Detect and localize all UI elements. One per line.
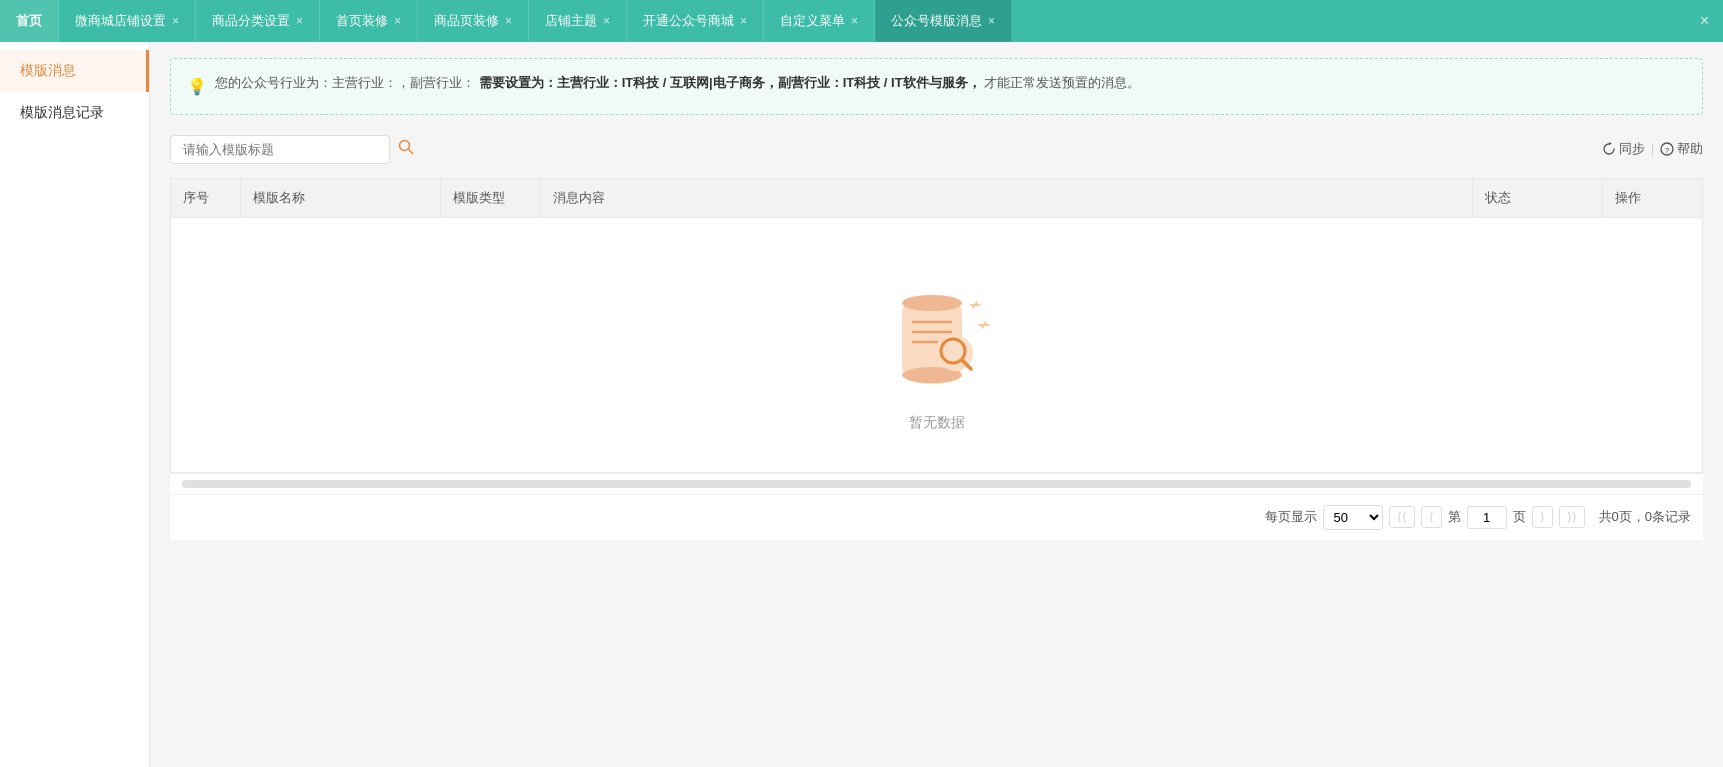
- page-first-button[interactable]: ⟨⟨: [1389, 506, 1415, 528]
- nav-tab-theme[interactable]: 店铺主题 ×: [529, 0, 627, 42]
- page-input[interactable]: [1467, 506, 1507, 529]
- nav-tab-theme-close[interactable]: ×: [603, 14, 610, 28]
- sidebar-item-template[interactable]: 模版消息: [0, 50, 149, 92]
- page-last-button[interactable]: ⟩⟩: [1559, 506, 1585, 528]
- empty-illustration: [877, 278, 997, 398]
- nav-tab-open-mall-close[interactable]: ×: [740, 14, 747, 28]
- divider: |: [1651, 142, 1654, 156]
- page-unit: 页: [1513, 508, 1526, 526]
- svg-line-1: [409, 150, 413, 154]
- sync-button[interactable]: 同步: [1602, 140, 1645, 158]
- sync-icon: [1602, 142, 1616, 156]
- search-bar: 同步 | ? 帮助: [170, 135, 1703, 164]
- notice-text-before: 您的公众号行业为：主营行业：，副营行业：: [215, 75, 475, 90]
- page-size-label: 每页显示: [1265, 508, 1317, 526]
- top-nav: 首页 微商城店铺设置 × 商品分类设置 × 首页装修 × 商品页装修 × 店铺主…: [0, 0, 1723, 42]
- help-button[interactable]: ? 帮助: [1660, 140, 1703, 158]
- scroll-track-wrap: [170, 473, 1703, 494]
- nav-tab-template-msg-close[interactable]: ×: [988, 14, 995, 28]
- nav-tab-product-decor[interactable]: 商品页装修 ×: [418, 0, 529, 42]
- sidebar-item-template-record[interactable]: 模版消息记录: [0, 92, 149, 134]
- nav-tab-weshop-close[interactable]: ×: [172, 14, 179, 28]
- notice-text: 您的公众号行业为：主营行业：，副营行业： 需要设置为：主营行业：IT科技 / 互…: [215, 73, 1140, 94]
- main-layout: 模版消息 模版消息记录 💡 您的公众号行业为：主营行业：，副营行业： 需要设置为…: [0, 42, 1723, 767]
- table-header-row: 序号 模版名称 模版类型 消息内容 状态 操作: [171, 178, 1703, 217]
- data-table: 序号 模版名称 模版类型 消息内容 状态 操作: [170, 178, 1703, 473]
- nav-tab-theme-label: 店铺主题: [545, 12, 597, 30]
- nav-tab-template-msg-label: 公众号模版消息: [891, 12, 982, 30]
- search-right: 同步 | ? 帮助: [1602, 140, 1703, 158]
- nav-tab-category-label: 商品分类设置: [212, 12, 290, 30]
- nav-tab-home[interactable]: 首页: [0, 0, 59, 42]
- nav-tab-product-decor-close[interactable]: ×: [505, 14, 512, 28]
- nav-tab-category[interactable]: 商品分类设置 ×: [196, 0, 320, 42]
- nav-tab-open-mall[interactable]: 开通公众号商城 ×: [627, 0, 764, 42]
- empty-state: 暂无数据: [171, 218, 1702, 472]
- nav-tab-custom-menu-label: 自定义菜单: [780, 12, 845, 30]
- col-type: 模版类型: [441, 178, 541, 217]
- svg-text:?: ?: [1665, 146, 1670, 155]
- nav-tab-open-mall-label: 开通公众号商城: [643, 12, 734, 30]
- nav-tab-template-msg[interactable]: 公众号模版消息 ×: [875, 0, 1012, 42]
- empty-text: 暂无数据: [909, 414, 965, 432]
- search-left: [170, 135, 414, 164]
- content-area: 💡 您的公众号行业为：主营行业：，副营行业： 需要设置为：主营行业：IT科技 /…: [150, 42, 1723, 767]
- close-all-button[interactable]: ×: [1686, 12, 1723, 30]
- svg-point-6: [902, 295, 962, 311]
- search-button[interactable]: [398, 139, 414, 159]
- nav-tab-custom-menu[interactable]: 自定义菜单 ×: [764, 0, 875, 42]
- notice-box: 💡 您的公众号行业为：主营行业：，副营行业： 需要设置为：主营行业：IT科技 /…: [170, 58, 1703, 115]
- search-input[interactable]: [170, 135, 390, 164]
- nav-tab-home-label: 首页: [16, 12, 42, 30]
- sync-label: 同步: [1619, 140, 1645, 158]
- nav-tab-custom-menu-close[interactable]: ×: [851, 14, 858, 28]
- nav-tab-category-close[interactable]: ×: [296, 14, 303, 28]
- nav-tab-weshop[interactable]: 微商城店铺设置 ×: [59, 0, 196, 42]
- col-content: 消息内容: [541, 178, 1473, 217]
- page-next-button[interactable]: ⟩: [1532, 506, 1553, 528]
- page-prev-button[interactable]: ⟨: [1421, 506, 1442, 528]
- nav-tab-home-decor-label: 首页装修: [336, 12, 388, 30]
- col-action: 操作: [1603, 178, 1703, 217]
- pagination: 每页显示 50 10 20 100 ⟨⟨ ⟨ 第 页 ⟩ ⟩⟩ 共0页，0条记录: [170, 494, 1703, 540]
- sidebar-item-template-label: 模版消息: [20, 62, 76, 78]
- sidebar-item-template-record-label: 模版消息记录: [20, 104, 104, 120]
- col-index: 序号: [171, 178, 241, 217]
- scroll-track[interactable]: [182, 480, 1691, 488]
- search-icon: [398, 139, 414, 155]
- col-name: 模版名称: [241, 178, 441, 217]
- nav-tab-product-decor-label: 商品页装修: [434, 12, 499, 30]
- page-label: 第: [1448, 508, 1461, 526]
- notice-highlight: 需要设置为：主营行业：IT科技 / 互联网|电子商务，副营行业：IT科技 / I…: [479, 75, 981, 90]
- page-total-info: 共0页，0条记录: [1599, 508, 1691, 526]
- col-status: 状态: [1473, 178, 1603, 217]
- page-size-select[interactable]: 50 10 20 100: [1323, 505, 1383, 530]
- notice-icon: 💡: [187, 74, 207, 100]
- nav-tab-home-decor-close[interactable]: ×: [394, 14, 401, 28]
- help-label: 帮助: [1677, 140, 1703, 158]
- notice-text-after: 才能正常发送预置的消息。: [984, 75, 1140, 90]
- nav-tab-weshop-label: 微商城店铺设置: [75, 12, 166, 30]
- help-icon: ?: [1660, 142, 1674, 156]
- sidebar: 模版消息 模版消息记录: [0, 42, 150, 767]
- nav-tab-home-decor[interactable]: 首页装修 ×: [320, 0, 418, 42]
